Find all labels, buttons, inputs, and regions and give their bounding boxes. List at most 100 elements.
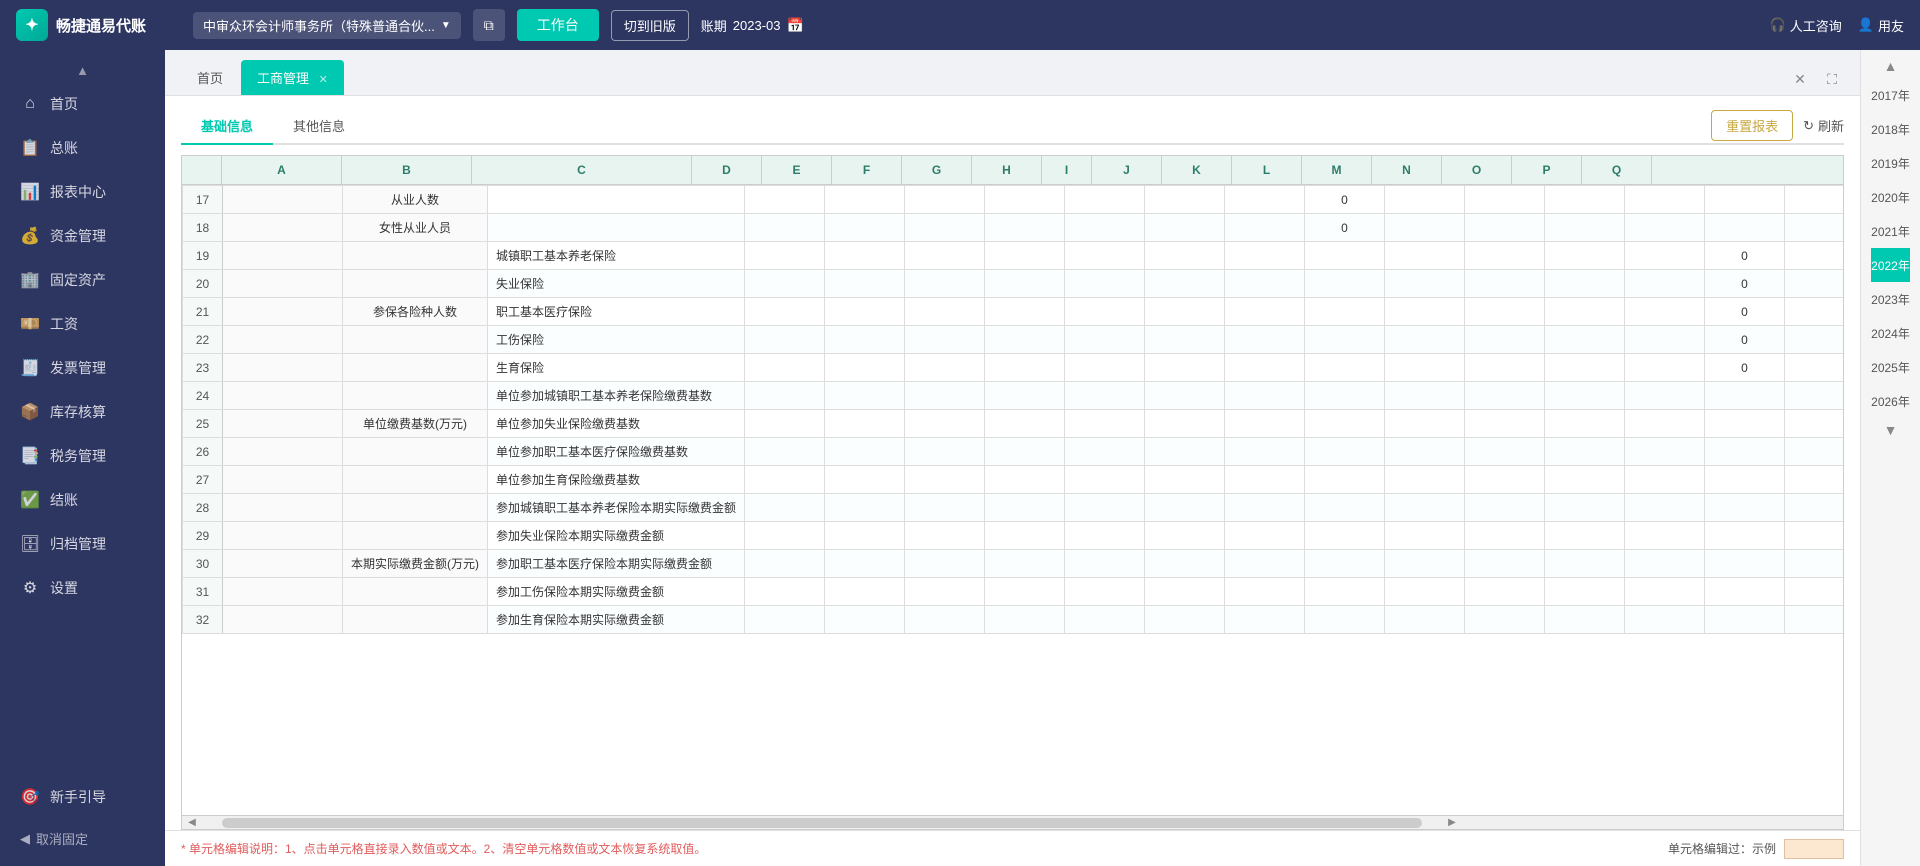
sidebar-item-reports[interactable]: 📊报表中心 — [0, 170, 165, 214]
cell-p-32[interactable] — [1705, 606, 1785, 634]
cell-f-22[interactable] — [905, 326, 985, 354]
cell-n-20[interactable] — [1545, 270, 1625, 298]
cell-i-30[interactable] — [1145, 550, 1225, 578]
cell-m-27[interactable] — [1465, 466, 1545, 494]
cell-q-29[interactable] — [1785, 522, 1844, 550]
sidebar-item-archive[interactable]: 🗄归档管理 — [0, 522, 165, 566]
cell-b-17[interactable]: 从业人数 — [343, 186, 488, 214]
cell-i-26[interactable] — [1145, 438, 1225, 466]
cell-b-30[interactable]: 本期实际缴费金额(万元) — [343, 550, 488, 578]
cell-h-32[interactable] — [1065, 606, 1145, 634]
cell-p-24[interactable] — [1705, 382, 1785, 410]
cell-k-25[interactable] — [1305, 410, 1385, 438]
cell-n-28[interactable] — [1545, 494, 1625, 522]
cell-p-21[interactable]: 0 — [1705, 298, 1785, 326]
sub-tab-other[interactable]: 其他信息 — [273, 108, 365, 145]
cell-k-32[interactable] — [1305, 606, 1385, 634]
cell-l-20[interactable] — [1385, 270, 1465, 298]
calendar-icon[interactable]: 📅 — [787, 17, 804, 34]
cell-f-26[interactable] — [905, 438, 985, 466]
cell-f-25[interactable] — [905, 410, 985, 438]
cell-o-26[interactable] — [1625, 438, 1705, 466]
cell-m-17[interactable] — [1465, 186, 1545, 214]
cell-a-23[interactable] — [223, 354, 343, 382]
cell-g-26[interactable] — [985, 438, 1065, 466]
cell-l-22[interactable] — [1385, 326, 1465, 354]
year-item-2026[interactable]: 2026年 — [1871, 384, 1910, 418]
cell-j-24[interactable] — [1225, 382, 1305, 410]
sidebar-item-settings[interactable]: ⚙设置 — [0, 566, 165, 610]
cell-l-18[interactable] — [1385, 214, 1465, 242]
copy-button[interactable]: ⧉ — [473, 9, 505, 41]
cell-d-21[interactable] — [745, 298, 825, 326]
cell-l-19[interactable] — [1385, 242, 1465, 270]
sidebar-item-ledger[interactable]: 📋总账 — [0, 126, 165, 170]
cell-i-23[interactable] — [1145, 354, 1225, 382]
cell-j-25[interactable] — [1225, 410, 1305, 438]
h-scrollbar-thumb[interactable] — [222, 818, 1422, 828]
cell-a-20[interactable] — [223, 270, 343, 298]
cell-n-26[interactable] — [1545, 438, 1625, 466]
cell-h-24[interactable] — [1065, 382, 1145, 410]
maximize-button[interactable]: ⛶ — [1820, 67, 1844, 91]
cell-i-17[interactable] — [1145, 186, 1225, 214]
cell-g-31[interactable] — [985, 578, 1065, 606]
old-version-button[interactable]: 切到旧版 — [611, 10, 689, 41]
cell-j-19[interactable] — [1225, 242, 1305, 270]
cell-i-31[interactable] — [1145, 578, 1225, 606]
cell-q-31[interactable] — [1785, 578, 1844, 606]
cell-l-27[interactable] — [1385, 466, 1465, 494]
cell-n-25[interactable] — [1545, 410, 1625, 438]
close-tab-button[interactable]: ✕ — [1788, 67, 1812, 91]
year-item-2018[interactable]: 2018年 — [1871, 112, 1910, 146]
cell-e-28[interactable] — [825, 494, 905, 522]
cell-b-22[interactable] — [343, 326, 488, 354]
cell-o-18[interactable] — [1625, 214, 1705, 242]
cell-k-17[interactable]: 0 — [1305, 186, 1385, 214]
cell-h-23[interactable] — [1065, 354, 1145, 382]
cell-i-28[interactable] — [1145, 494, 1225, 522]
cell-e-21[interactable] — [825, 298, 905, 326]
cell-l-30[interactable] — [1385, 550, 1465, 578]
cell-q-26[interactable] — [1785, 438, 1844, 466]
cell-o-21[interactable] — [1625, 298, 1705, 326]
cell-o-30[interactable] — [1625, 550, 1705, 578]
cell-p-23[interactable]: 0 — [1705, 354, 1785, 382]
cell-h-26[interactable] — [1065, 438, 1145, 466]
cell-a-19[interactable] — [223, 242, 343, 270]
cell-d-31[interactable] — [745, 578, 825, 606]
cell-j-30[interactable] — [1225, 550, 1305, 578]
cell-f-20[interactable] — [905, 270, 985, 298]
cell-e-31[interactable] — [825, 578, 905, 606]
cell-n-19[interactable] — [1545, 242, 1625, 270]
cell-d-19[interactable] — [745, 242, 825, 270]
cell-f-29[interactable] — [905, 522, 985, 550]
year-item-2023[interactable]: 2023年 — [1871, 282, 1910, 316]
cell-k-19[interactable] — [1305, 242, 1385, 270]
cell-l-17[interactable] — [1385, 186, 1465, 214]
cell-p-17[interactable] — [1705, 186, 1785, 214]
cell-o-31[interactable] — [1625, 578, 1705, 606]
sidebar-item-wages[interactable]: 💴工资 — [0, 302, 165, 346]
cell-a-29[interactable] — [223, 522, 343, 550]
cell-p-22[interactable]: 0 — [1705, 326, 1785, 354]
cell-i-32[interactable] — [1145, 606, 1225, 634]
cell-b-26[interactable] — [343, 438, 488, 466]
workbench-button[interactable]: 工作台 — [517, 9, 599, 41]
cell-m-24[interactable] — [1465, 382, 1545, 410]
cell-l-31[interactable] — [1385, 578, 1465, 606]
cell-c-24[interactable]: 单位参加城镇职工基本养老保险缴费基数 — [488, 382, 745, 410]
cell-m-29[interactable] — [1465, 522, 1545, 550]
year-item-2017[interactable]: 2017年 — [1871, 78, 1910, 112]
cell-h-22[interactable] — [1065, 326, 1145, 354]
cell-c-26[interactable]: 单位参加职工基本医疗保险缴费基数 — [488, 438, 745, 466]
cell-g-27[interactable] — [985, 466, 1065, 494]
cell-b-20[interactable] — [343, 270, 488, 298]
cell-o-27[interactable] — [1625, 466, 1705, 494]
cell-k-24[interactable] — [1305, 382, 1385, 410]
cell-j-27[interactable] — [1225, 466, 1305, 494]
cell-h-17[interactable] — [1065, 186, 1145, 214]
sidebar-item-funds[interactable]: 💰资金管理 — [0, 214, 165, 258]
cell-o-25[interactable] — [1625, 410, 1705, 438]
cell-e-26[interactable] — [825, 438, 905, 466]
